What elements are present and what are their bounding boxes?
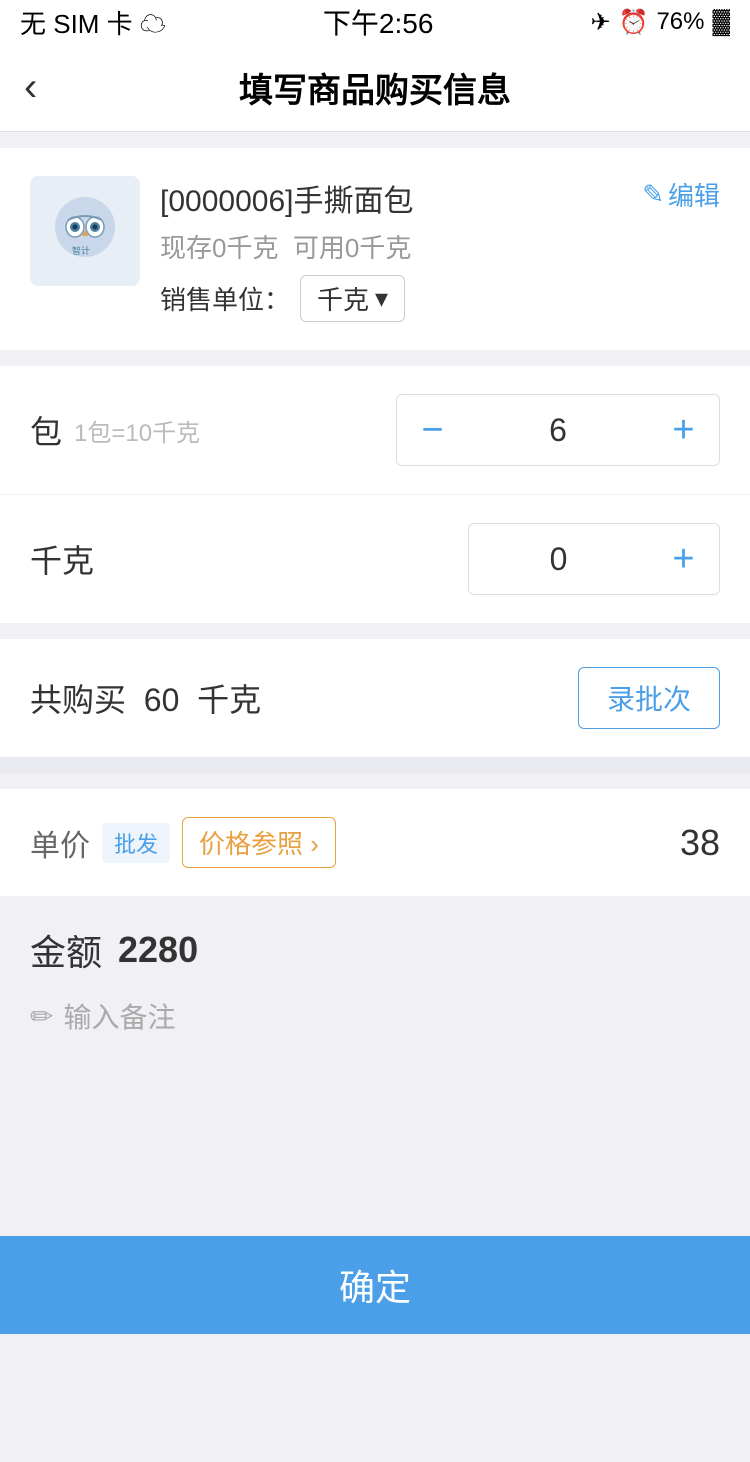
- unit-dropdown-icon: ▾: [375, 283, 388, 314]
- price-ref-label: 价格参照 ›: [199, 824, 319, 861]
- qty-input-bao[interactable]: [468, 394, 648, 466]
- amount-section: 金额 2280 ✏ 输入备注: [0, 896, 750, 1064]
- batch-button[interactable]: 录批次: [578, 667, 720, 729]
- product-stock: 现存0千克 可用0千克: [160, 228, 720, 265]
- product-card: 智计 [0000006]手撕面包 ✎ 编辑 现存0千克 可用0千克 销售单位： …: [0, 148, 750, 350]
- qty-hint-bao: 1包=10千克: [74, 413, 200, 448]
- page-title: 填写商品购买信息: [239, 63, 511, 112]
- back-icon: ‹: [24, 65, 37, 110]
- product-logo: 智计: [50, 192, 120, 270]
- location-icon: ✈: [590, 8, 610, 37]
- quantity-row-bao: 包 1包=10千克 − +: [0, 366, 750, 495]
- divider: [0, 757, 750, 773]
- qty-kg-label-row: 千克: [30, 536, 94, 582]
- total-amount: 60: [144, 682, 180, 718]
- quantity-control-kg: +: [468, 523, 720, 595]
- total-prefix: 共购买: [30, 682, 126, 718]
- total-text: 共购买 60 千克: [30, 675, 261, 721]
- plus-icon-kg: +: [672, 538, 694, 581]
- qty-label-kg: 千克: [30, 536, 94, 582]
- bottom-padding: [0, 1364, 750, 1462]
- product-id: [0000006]: [160, 185, 293, 218]
- price-label: 单价: [30, 821, 90, 865]
- minus-button-bao[interactable]: −: [396, 394, 468, 466]
- total-section: 共购买 60 千克 录批次: [0, 639, 750, 757]
- amount-row: 金额 2280: [30, 924, 720, 976]
- alarm-icon: ⏰: [619, 8, 649, 37]
- edit-icon: ✎: [642, 179, 664, 210]
- qty-label-row: 包 1包=10千克: [30, 407, 200, 453]
- battery-icon: ▓: [712, 8, 730, 36]
- quantity-section: 包 1包=10千克 − + 千克 +: [0, 366, 750, 623]
- product-image: 智计: [30, 176, 140, 286]
- price-ref-button[interactable]: 价格参照 ›: [182, 817, 336, 868]
- product-header: [0000006]手撕面包 ✎ 编辑: [160, 176, 720, 220]
- amount-label: 金额: [30, 924, 102, 976]
- stock-label: 现存0千克: [160, 233, 278, 263]
- edit-button[interactable]: ✎ 编辑: [642, 176, 720, 213]
- product-info: [0000006]手撕面包 ✎ 编辑 现存0千克 可用0千克 销售单位： 千克 …: [160, 176, 720, 322]
- price-badge: 批发: [102, 823, 170, 863]
- status-time: 下午2:56: [323, 2, 434, 42]
- edit-label: 编辑: [668, 176, 720, 213]
- minus-icon: −: [421, 409, 443, 452]
- total-unit: 千克: [197, 682, 261, 718]
- confirm-label: 确定: [339, 1259, 411, 1311]
- unit-value: 千克: [317, 280, 369, 317]
- product-unit-row: 销售单位： 千克 ▾: [160, 275, 720, 322]
- qty-input-kg[interactable]: [468, 523, 648, 595]
- remark-icon: ✏: [30, 1000, 53, 1033]
- remark-row[interactable]: ✏ 输入备注: [30, 996, 720, 1064]
- status-right: ✈ ⏰ 76% ▓: [590, 8, 730, 37]
- unit-label: 销售单位：: [160, 280, 290, 317]
- price-value: 38: [680, 822, 720, 864]
- status-left: 无 SIM 卡 ☁: [20, 4, 166, 41]
- unit-selector[interactable]: 千克 ▾: [300, 275, 405, 322]
- confirm-button[interactable]: 确定: [0, 1236, 750, 1334]
- nav-bar: ‹ 填写商品购买信息: [0, 44, 750, 132]
- svg-text:智计: 智计: [72, 245, 90, 256]
- remark-label: 输入备注: [63, 996, 175, 1036]
- plus-button-kg[interactable]: +: [648, 523, 720, 595]
- amount-value: 2280: [118, 929, 198, 971]
- quantity-control-bao: − +: [396, 394, 720, 466]
- price-section: 单价 批发 价格参照 › 38: [0, 789, 750, 896]
- battery-level: 76%: [656, 8, 704, 36]
- quantity-row-kg: 千克 +: [0, 495, 750, 623]
- product-name: [0000006]手撕面包: [160, 176, 413, 220]
- sim-status: 无 SIM 卡 ☁: [20, 4, 166, 41]
- product-title: 手撕面包: [293, 185, 413, 218]
- plus-icon-bao: +: [672, 409, 694, 452]
- available-label: 可用0千克: [293, 233, 411, 263]
- status-bar: 无 SIM 卡 ☁ 下午2:56 ✈ ⏰ 76% ▓: [0, 0, 750, 44]
- qty-label-bao: 包: [30, 407, 62, 453]
- price-label-group: 单价 批发 价格参照 ›: [30, 817, 336, 868]
- back-button[interactable]: ‹: [24, 65, 37, 110]
- plus-button-bao[interactable]: +: [648, 394, 720, 466]
